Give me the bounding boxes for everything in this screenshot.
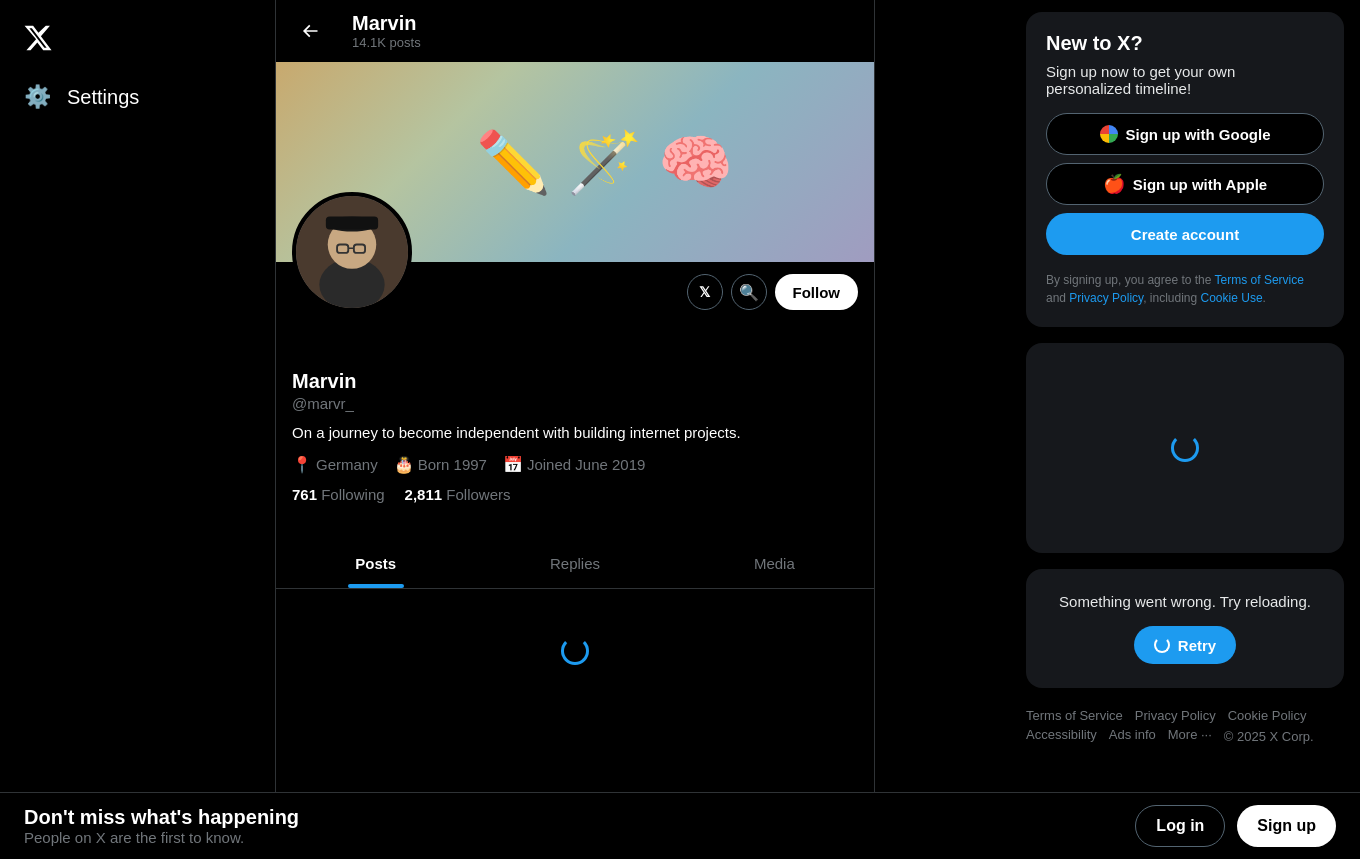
new-to-x-title: New to X? xyxy=(1046,32,1324,55)
tos-end: . xyxy=(1263,291,1266,305)
search-icon: 🔍 xyxy=(739,283,759,302)
right-loading-panel xyxy=(1026,343,1344,553)
bottom-bar-text: Don't miss what's happening People on X … xyxy=(24,806,299,846)
location-text: Germany xyxy=(316,456,378,473)
following-label: Following xyxy=(321,486,384,503)
footer-accessibility[interactable]: Accessibility xyxy=(1026,727,1097,744)
retry-label: Retry xyxy=(1178,637,1216,654)
svg-rect-4 xyxy=(326,217,378,230)
signup-google-label: Sign up with Google xyxy=(1126,126,1271,143)
signup-apple-button[interactable]: 🍎 Sign up with Apple xyxy=(1046,163,1324,205)
right-sidebar: New to X? Sign up now to get your own pe… xyxy=(1010,0,1360,859)
sidebar-item-settings-label: Settings xyxy=(67,86,139,109)
follow-counts: 761 Following 2,811 Followers xyxy=(292,486,858,503)
calendar-icon: 📅 xyxy=(503,455,523,474)
avatar-svg xyxy=(296,196,408,308)
login-button[interactable]: Log in xyxy=(1135,805,1225,847)
settings-icon: ⚙️ xyxy=(24,84,51,110)
following-number: 761 xyxy=(292,486,317,503)
new-to-x-panel: New to X? Sign up now to get your own pe… xyxy=(1026,12,1344,327)
profile-header: Marvin 14.1K posts xyxy=(276,0,874,62)
followers-count[interactable]: 2,811 Followers xyxy=(405,486,511,503)
create-account-button[interactable]: Create account xyxy=(1046,213,1324,255)
back-arrow-icon xyxy=(300,21,320,41)
followers-label: Followers xyxy=(446,486,510,503)
location-icon: 📍 xyxy=(292,455,312,474)
profile-meta: 📍 Germany 🎂 Born 1997 📅 Joined June 2019 xyxy=(292,455,858,474)
tab-replies-label: Replies xyxy=(550,555,600,572)
footer-links: Terms of Service Privacy Policy Cookie P… xyxy=(1026,704,1344,748)
profile-bio: On a journey to become independent with … xyxy=(292,422,858,443)
avatar-image xyxy=(296,196,408,308)
apple-icon: 🍎 xyxy=(1103,175,1125,193)
tos-text: By signing up, you agree to the Terms of… xyxy=(1046,271,1324,307)
x-logo-icon xyxy=(23,23,53,53)
xpro-button[interactable]: 𝕏 xyxy=(687,274,723,310)
retry-icon xyxy=(1154,637,1170,653)
footer-copyright: © 2025 X Corp. xyxy=(1224,729,1314,744)
footer-privacy[interactable]: Privacy Policy xyxy=(1135,708,1216,723)
cake-icon: 🎂 xyxy=(394,455,414,474)
error-panel: Something went wrong. Try reloading. Ret… xyxy=(1026,569,1344,688)
signup-apple-label: Sign up with Apple xyxy=(1133,176,1267,193)
cookie-link[interactable]: Cookie Use xyxy=(1201,291,1263,305)
joined-text: Joined June 2019 xyxy=(527,456,645,473)
right-loading-spinner xyxy=(1171,434,1199,462)
privacy-link[interactable]: Privacy Policy xyxy=(1069,291,1143,305)
banner-emojis: ✏️ 🪄 🧠 xyxy=(476,127,733,198)
tab-replies[interactable]: Replies xyxy=(475,539,674,588)
footer-tos[interactable]: Terms of Service xyxy=(1026,708,1123,723)
footer-cookie[interactable]: Cookie Policy xyxy=(1228,708,1307,723)
sidebar-item-settings[interactable]: ⚙️ Settings xyxy=(12,72,151,122)
born-meta: 🎂 Born 1997 xyxy=(394,455,487,474)
joined-meta: 📅 Joined June 2019 xyxy=(503,455,645,474)
google-icon xyxy=(1100,125,1118,143)
xpro-icon: 𝕏 xyxy=(699,284,710,300)
footer-ads[interactable]: Ads info xyxy=(1109,727,1156,744)
loading-spinner-icon xyxy=(561,637,589,665)
tos-prefix: By signing up, you agree to the xyxy=(1046,273,1215,287)
header-profile-name: Marvin xyxy=(352,12,421,35)
search-button[interactable]: 🔍 xyxy=(731,274,767,310)
posts-loading xyxy=(276,589,874,713)
tab-posts[interactable]: Posts xyxy=(276,539,475,588)
profile-name: Marvin xyxy=(292,370,858,393)
bottom-bar-buttons: Log in Sign up xyxy=(1135,805,1336,847)
following-count[interactable]: 761 Following xyxy=(292,486,385,503)
tos-link[interactable]: Terms of Service xyxy=(1215,273,1304,287)
tab-media-label: Media xyxy=(754,555,795,572)
profile-tabs: Posts Replies Media xyxy=(276,539,874,589)
main-content: Marvin 14.1K posts ✏️ 🪄 🧠 xyxy=(275,0,875,859)
bottom-bar: Don't miss what's happening People on X … xyxy=(0,792,1360,859)
tab-media[interactable]: Media xyxy=(675,539,874,588)
signup-button[interactable]: Sign up xyxy=(1237,805,1336,847)
born-text: Born 1997 xyxy=(418,456,487,473)
retry-button[interactable]: Retry xyxy=(1134,626,1236,664)
tos-and: and xyxy=(1046,291,1069,305)
signup-google-button[interactable]: Sign up with Google xyxy=(1046,113,1324,155)
followers-number: 2,811 xyxy=(405,486,443,503)
follow-button[interactable]: Follow xyxy=(775,274,859,310)
profile-info-section: 𝕏 🔍 Follow Marvin @marvr_ On a journey t… xyxy=(276,262,874,523)
bottom-sub-text: People on X are the first to know. xyxy=(24,829,299,846)
header-posts-count: 14.1K posts xyxy=(352,35,421,50)
left-sidebar: ⚙️ Settings xyxy=(0,0,275,859)
error-message: Something went wrong. Try reloading. xyxy=(1059,593,1311,610)
location-meta: 📍 Germany xyxy=(292,455,378,474)
x-logo[interactable] xyxy=(12,12,64,64)
header-info: Marvin 14.1K posts xyxy=(352,12,421,50)
tab-posts-label: Posts xyxy=(355,555,396,572)
profile-handle: @marvr_ xyxy=(292,395,858,412)
avatar xyxy=(292,192,412,312)
new-to-x-subtitle: Sign up now to get your own personalized… xyxy=(1046,63,1324,97)
back-button[interactable] xyxy=(292,13,328,49)
tos-including: , including xyxy=(1143,291,1200,305)
footer-more[interactable]: More ··· xyxy=(1168,727,1212,744)
bottom-cta-text: Don't miss what's happening xyxy=(24,806,299,829)
